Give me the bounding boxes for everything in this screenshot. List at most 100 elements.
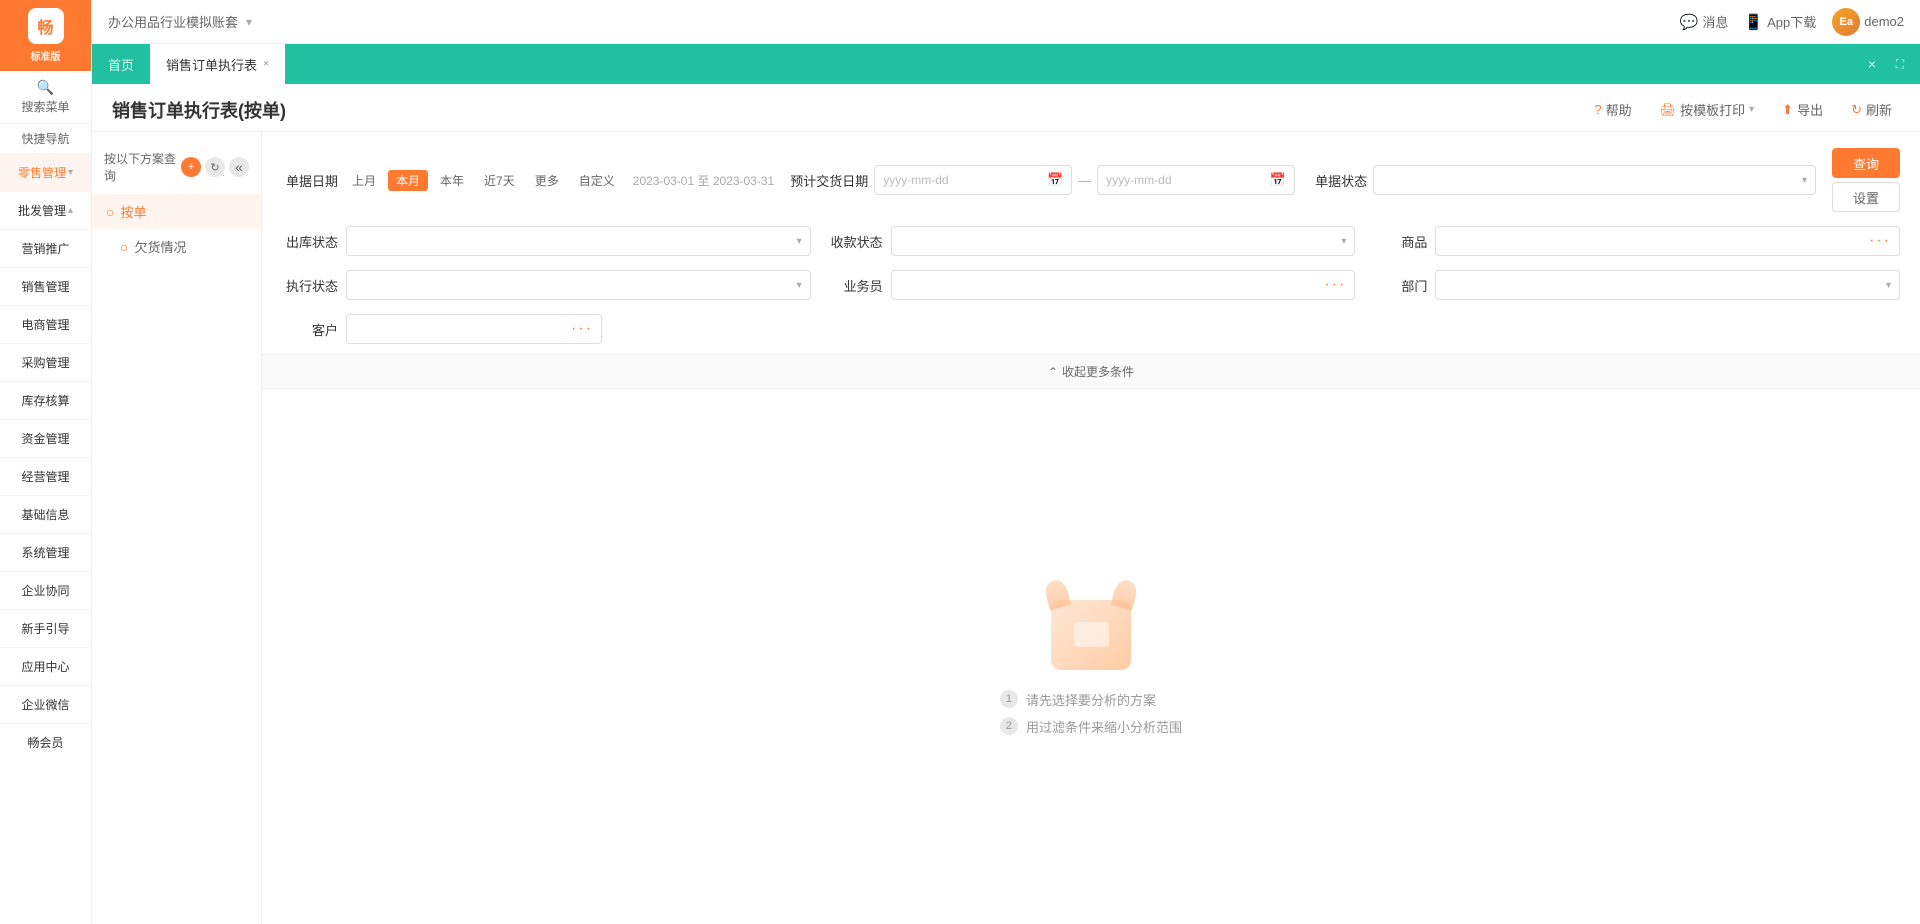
help-icon: ? — [1594, 102, 1601, 117]
tab-sales-order-label: 销售订单执行表 — [166, 55, 257, 74]
collapse-panel-btn[interactable]: « — [229, 157, 249, 177]
status-arrow-icon: ▾ — [1802, 175, 1807, 186]
date-separator: — — [1078, 173, 1091, 188]
quicknav-label: 快捷导航 — [21, 132, 69, 146]
date-placeholder-2: yyyy-mm-dd — [1106, 173, 1171, 187]
query-button[interactable]: 查询 — [1832, 148, 1900, 178]
customer-select[interactable]: ··· — [346, 314, 602, 344]
search-icon: 🔍 — [6, 79, 85, 96]
sidebar-item-appcenter[interactable]: 应用中心 — [0, 647, 91, 685]
user-section[interactable]: Ea demo2 — [1832, 8, 1904, 36]
sidebar-item-ecommerce[interactable]: 电商管理 — [0, 305, 91, 343]
sidebar-item-retail[interactable]: 零售管理 ▾ — [0, 153, 91, 191]
sidebar-item-inventory[interactable]: 库存核算 — [0, 381, 91, 419]
sidebar-quicknav[interactable]: 快捷导航 — [0, 124, 91, 153]
help-btn[interactable]: ? 帮助 — [1586, 96, 1639, 123]
dept-group: 部门 ▾ — [1371, 270, 1900, 300]
search-menu-label: 搜索菜单 — [21, 100, 69, 114]
collapse-label: 收起更多条件 — [1062, 363, 1134, 380]
date-tab-this-year[interactable]: 本年 — [432, 170, 472, 191]
calendar-icon-1: 📅 — [1047, 172, 1063, 188]
date-tab-custom[interactable]: 自定义 — [571, 170, 623, 191]
refresh-scheme-btn[interactable]: ↻ — [205, 157, 225, 177]
sidebar-item-newbie[interactable]: 新手引导 — [0, 609, 91, 647]
sidebar-item-wechat-label: 企业微信 — [21, 696, 69, 713]
sidebar-item-wholesale[interactable]: 批发管理 ▴ — [0, 191, 91, 229]
refresh-btn[interactable]: ↻ 刷新 — [1843, 96, 1900, 123]
add-scheme-btn[interactable]: + — [181, 157, 201, 177]
sidebar-item-operations-label: 经营管理 — [21, 468, 69, 485]
salesperson-label: 业务员 — [827, 276, 883, 295]
goods-select[interactable]: ··· — [1435, 226, 1900, 256]
window-close-btn[interactable]: × — [1860, 52, 1884, 76]
message-label: 消息 — [1702, 12, 1728, 31]
export-btn[interactable]: ⬆ 导出 — [1774, 96, 1831, 123]
scheme-item-shortage[interactable]: ○ 欠货情况 — [92, 229, 261, 264]
sidebar-item-collab[interactable]: 企业协同 — [0, 571, 91, 609]
sidebar-search-item[interactable]: 🔍 标准版 搜索菜单 — [0, 71, 91, 124]
empty-hints: 1 请先选择要分析的方案 2 用过滤条件来缩小分析范围 — [1000, 690, 1182, 744]
download-action[interactable]: 📱 App下载 — [1744, 12, 1816, 31]
tab-close-icon[interactable]: × — [263, 59, 269, 70]
refresh-label: 刷新 — [1866, 100, 1892, 119]
message-action[interactable]: 💬 消息 — [1680, 12, 1729, 31]
goods-dots-icon[interactable]: ··· — [1869, 232, 1891, 250]
topbar-dropdown-icon[interactable]: ▾ — [246, 15, 252, 29]
hint-item-2: 2 用过滤条件来缩小分析范围 — [1000, 717, 1182, 736]
sidebar-logo: 畅 标准版 — [0, 0, 91, 71]
salesperson-group: 业务员 ··· — [827, 270, 1356, 300]
refresh-icon: ↻ — [1851, 102, 1862, 118]
app-industry-name: 办公用品行业模拟账套 — [108, 12, 238, 31]
salesperson-dots-icon[interactable]: ··· — [1324, 276, 1346, 294]
sidebar-item-member[interactable]: 畅会员 — [0, 723, 91, 761]
status-select[interactable]: ▾ — [1373, 165, 1816, 195]
exec-arrow: ▾ — [797, 280, 802, 291]
date-tab-more[interactable]: 更多 — [527, 170, 567, 191]
sidebar-item-marketing[interactable]: 营销推广 — [0, 229, 91, 267]
dept-select[interactable]: ▾ — [1435, 270, 1900, 300]
out-status-group: 出库状态 ▾ — [282, 226, 811, 256]
sidebar-item-wechat[interactable]: 企业微信 — [0, 685, 91, 723]
filter-row-1: 单据日期 上月 本月 本年 近7天 更多 自定义 2023-03-01 至 20… — [282, 148, 1900, 212]
customer-dots-icon[interactable]: ··· — [571, 320, 593, 338]
forecast-date-end-input[interactable]: yyyy-mm-dd 📅 — [1097, 165, 1295, 195]
tab-sales-order[interactable]: 销售订单执行表 × — [150, 44, 285, 84]
app-logo-icon: 畅 — [28, 8, 64, 44]
sidebar-item-operations[interactable]: 经营管理 — [0, 457, 91, 495]
sidebar-item-basics[interactable]: 基础信息 — [0, 495, 91, 533]
collapse-filters-btn[interactable]: ⌃ 收起更多条件 — [262, 355, 1920, 389]
hint-num-2: 2 — [1000, 717, 1018, 735]
chevron-up-icon: ▴ — [68, 205, 73, 216]
date-tab-this-month[interactable]: 本月 — [388, 170, 428, 191]
calendar-icon-2: 📅 — [1270, 172, 1286, 188]
date-tab-last-month[interactable]: 上月 — [344, 170, 384, 191]
empty-state: 1 请先选择要分析的方案 2 用过滤条件来缩小分析范围 — [262, 389, 1920, 924]
sidebar-item-sales[interactable]: 销售管理 — [0, 267, 91, 305]
salesperson-select[interactable]: ··· — [891, 270, 1356, 300]
date-tab-7days[interactable]: 近7天 — [476, 170, 523, 191]
sidebar-item-system[interactable]: 系统管理 — [0, 533, 91, 571]
left-panel-title: 按以下方案查询 — [104, 150, 177, 184]
print-icon: 🖨 — [1660, 102, 1677, 118]
shortage-icon: ○ — [120, 239, 128, 255]
print-dropdown-icon: ▾ — [1749, 104, 1754, 115]
window-expand-btn[interactable]: ⛶ — [1888, 52, 1912, 76]
hint-item-1: 1 请先选择要分析的方案 — [1000, 690, 1182, 709]
forecast-date-start-input[interactable]: yyyy-mm-dd 📅 — [874, 165, 1072, 195]
out-status-select[interactable]: ▾ — [346, 226, 811, 256]
print-btn[interactable]: 🖨 按模板打印 ▾ — [1652, 96, 1763, 123]
receipt-status-select[interactable]: ▾ — [891, 226, 1356, 256]
left-panel: 按以下方案查询 + ↻ « ○ 按单 ○ 欠 — [92, 132, 262, 924]
sidebar-item-purchase[interactable]: 采购管理 — [0, 343, 91, 381]
settings-button[interactable]: 设置 — [1832, 182, 1900, 212]
refresh-scheme-icon: ↻ — [210, 161, 219, 174]
sidebar-item-marketing-label: 营销推广 — [21, 240, 69, 257]
tab-home[interactable]: 首页 — [92, 44, 150, 84]
topbar-left: 办公用品行业模拟账套 ▾ — [108, 12, 252, 31]
avatar: Ea — [1832, 8, 1860, 36]
sidebar-item-wholesale-label: 批发管理 — [18, 202, 66, 219]
receipt-status-group: 收款状态 ▾ — [827, 226, 1356, 256]
exec-status-select[interactable]: ▾ — [346, 270, 811, 300]
sidebar-item-finance[interactable]: 资金管理 — [0, 419, 91, 457]
scheme-item-by-order[interactable]: ○ 按单 — [92, 194, 261, 229]
